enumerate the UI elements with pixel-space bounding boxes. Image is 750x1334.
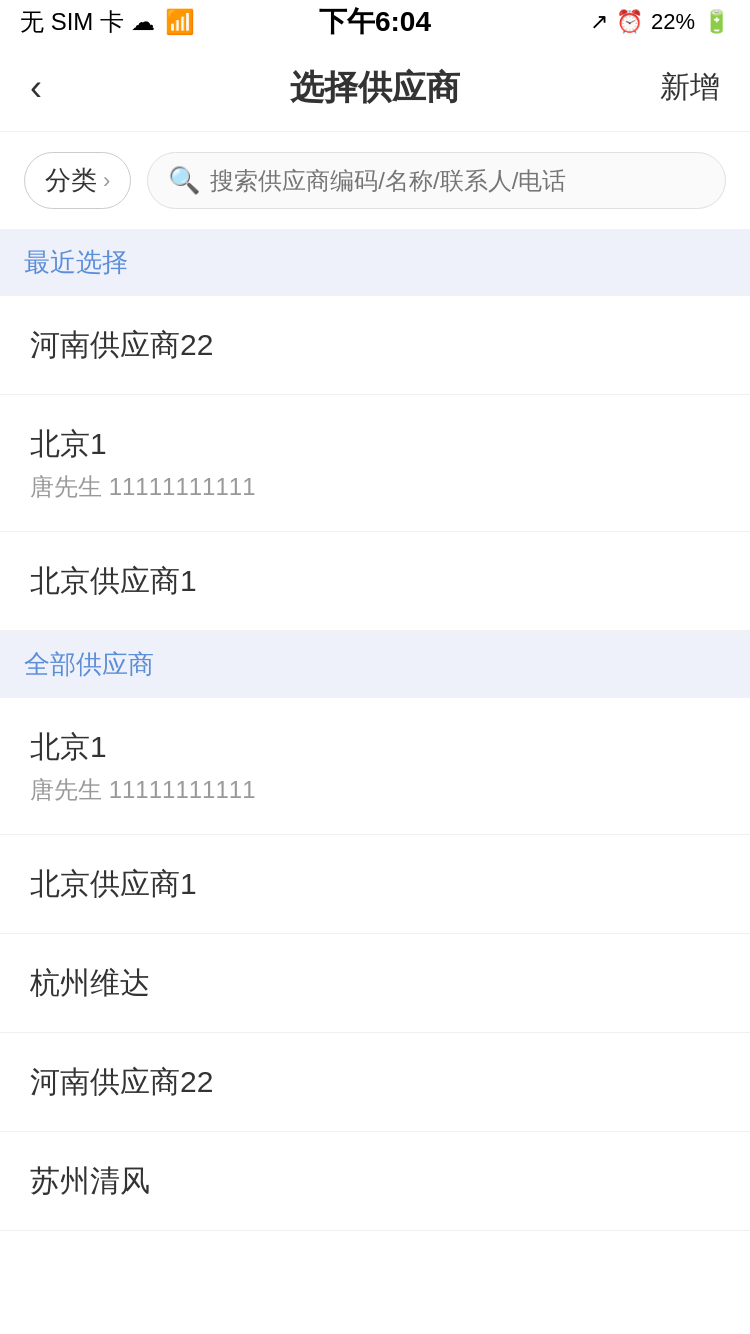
filter-row: 分类 › 🔍 — [0, 132, 750, 229]
list-item[interactable]: 河南供应商22 — [0, 296, 750, 395]
item-name: 北京供应商1 — [30, 560, 720, 602]
item-sub: 唐先生 11111111111 — [30, 471, 720, 503]
nav-bar: ‹ 选择供应商 新增 — [0, 44, 750, 132]
item-name: 北京1 — [30, 423, 720, 465]
list-item[interactable]: 杭州维达 — [0, 934, 750, 1033]
chevron-right-icon: › — [103, 168, 110, 194]
item-name: 杭州维达 — [30, 962, 720, 1004]
category-button[interactable]: 分类 › — [24, 152, 131, 209]
alarm-icon: ⏰ — [616, 9, 643, 35]
search-icon: 🔍 — [168, 165, 200, 196]
status-left: 无 SIM 卡 ☁ 📶 — [20, 6, 195, 38]
location-icon: ↗ — [590, 9, 608, 35]
item-sub: 唐先生 11111111111 — [30, 774, 720, 806]
recent-section-label: 最近选择 — [24, 247, 128, 277]
recent-section-header: 最近选择 — [0, 229, 750, 296]
battery-text: 22% — [651, 9, 695, 35]
status-right: ↗ ⏰ 22% 🔋 — [590, 9, 730, 35]
list-item[interactable]: 北京1 唐先生 11111111111 — [0, 395, 750, 532]
item-name: 北京1 — [30, 726, 720, 768]
list-item[interactable]: 北京1 唐先生 11111111111 — [0, 698, 750, 835]
list-item[interactable]: 北京供应商1 — [0, 835, 750, 934]
list-item[interactable]: 苏州清风 — [0, 1132, 750, 1231]
recent-list: 河南供应商22 北京1 唐先生 11111111111 北京供应商1 — [0, 296, 750, 631]
page-title: 选择供应商 — [290, 65, 460, 111]
back-button[interactable]: ‹ — [30, 67, 90, 109]
item-name: 河南供应商22 — [30, 1061, 720, 1103]
all-list: 北京1 唐先生 11111111111 北京供应商1 杭州维达河南供应商22 苏州清风 — [0, 698, 750, 1231]
add-button[interactable]: 新增 — [660, 67, 720, 108]
list-item[interactable]: 河南供应商22 — [0, 1033, 750, 1132]
all-section-label: 全部供应商 — [24, 649, 154, 679]
all-section-header: 全部供应商 — [0, 631, 750, 698]
no-sim-text: 无 SIM 卡 ☁ — [20, 6, 155, 38]
item-name: 苏州清风 — [30, 1160, 720, 1202]
search-box[interactable]: 🔍 — [147, 152, 726, 209]
status-bar: 无 SIM 卡 ☁ 📶 下午6:04 ↗ ⏰ 22% 🔋 — [0, 0, 750, 44]
item-name: 河南供应商22 — [30, 324, 720, 366]
item-name: 北京供应商1 — [30, 863, 720, 905]
status-time: 下午6:04 — [319, 3, 431, 41]
list-item[interactable]: 北京供应商1 — [0, 532, 750, 631]
battery-icon: 🔋 — [703, 9, 730, 35]
wifi-icon: 📶 — [165, 8, 195, 36]
search-input[interactable] — [210, 167, 705, 195]
category-label: 分类 — [45, 163, 97, 198]
